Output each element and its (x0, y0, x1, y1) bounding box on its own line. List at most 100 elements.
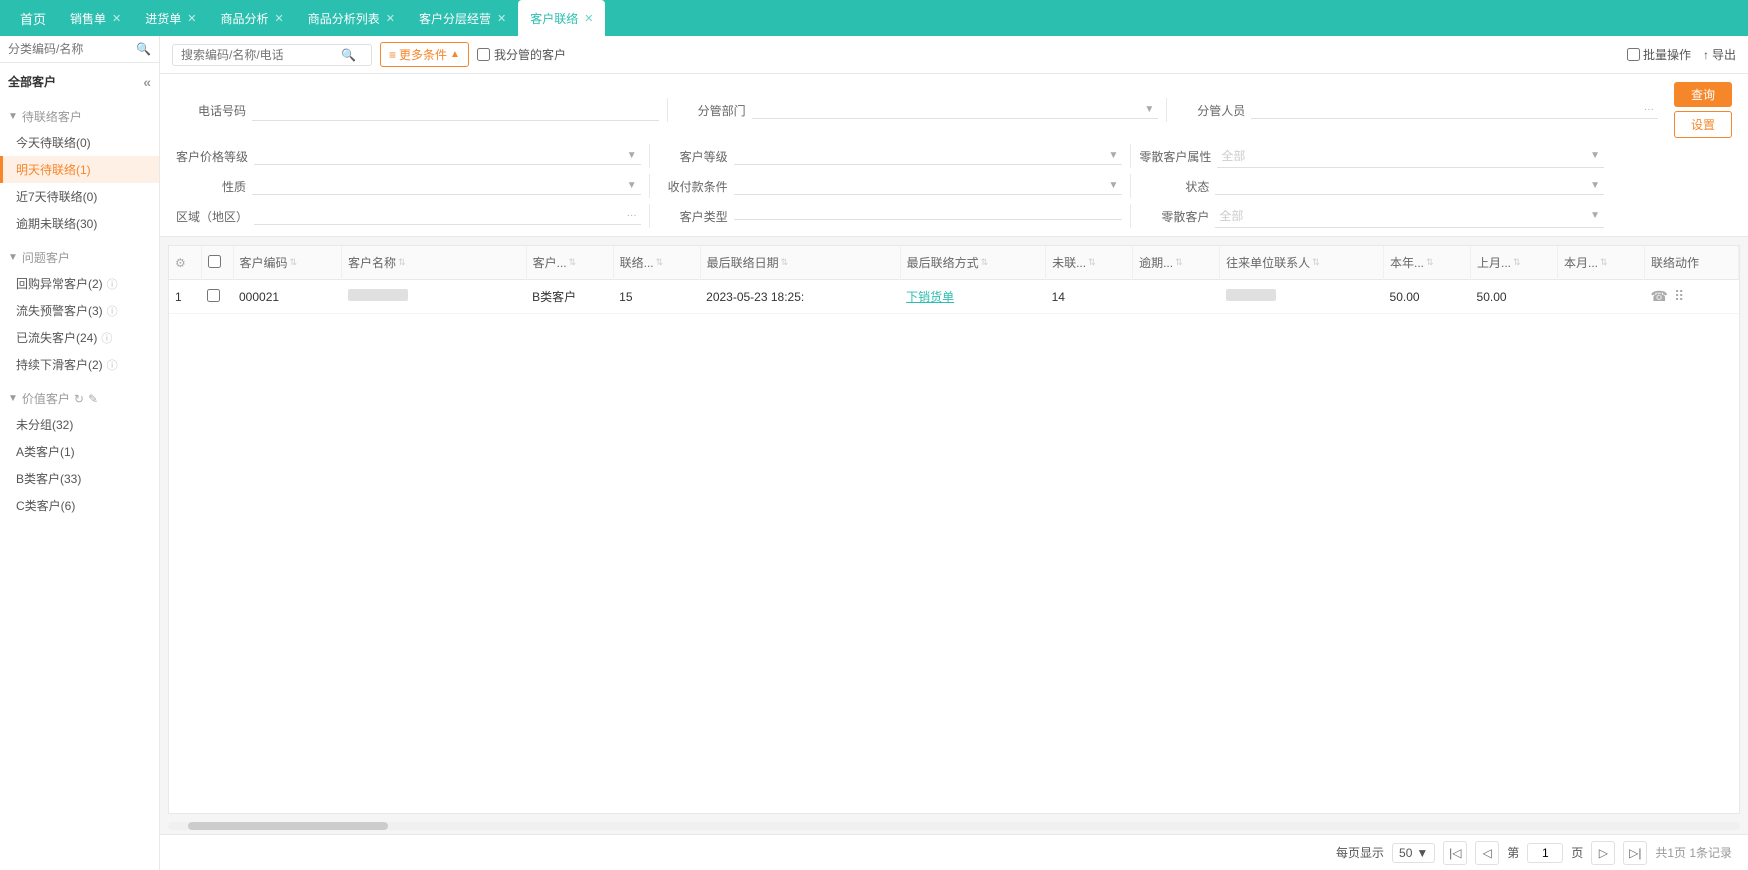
toolbar-right: 批量操作 ↑ 导出 (1627, 46, 1736, 63)
col-settings: ⚙ (169, 246, 201, 280)
nav-home[interactable]: 首页 (8, 0, 58, 36)
main-search-icon[interactable]: 🔍 (341, 48, 356, 62)
sidebar-item-repurchase-abnormal[interactable]: 回购异常客户(2) ⓘ (0, 270, 159, 297)
sidebar-group-value-title[interactable]: ▼ 价值客户 ↻ ✎ (0, 386, 159, 411)
next-page-button[interactable]: ▷ (1591, 841, 1615, 865)
export-button[interactable]: ↑ 导出 (1703, 46, 1736, 63)
page-size-caret: ▼ (1416, 846, 1428, 860)
select-all-checkbox[interactable] (208, 255, 221, 268)
nav-tab-purchase[interactable]: 进货单 ✕ (133, 0, 208, 36)
sidebar-all-customers[interactable]: 全部客户 « (0, 67, 159, 96)
tm-sort-icon: ⇅ (1600, 257, 1608, 268)
query-button[interactable]: 查询 (1674, 82, 1732, 107)
nav-tab-customer-contact[interactable]: 客户联络 ✕ (518, 0, 605, 36)
page-label: 第 (1507, 844, 1519, 861)
sidebar-item-churn-warning[interactable]: 流失预警客户(3) ⓘ (0, 297, 159, 324)
row-name (342, 280, 527, 314)
customer-type-label: 客户类型 (658, 208, 728, 225)
main-search-input[interactable] (181, 48, 341, 62)
sidebar-item-declining[interactable]: 持续下滑客户(2) ⓘ (0, 351, 159, 378)
close-purchase-tab[interactable]: ✕ (187, 12, 196, 25)
close-customer-contact-tab[interactable]: ✕ (584, 12, 593, 25)
close-sales-tab[interactable]: ✕ (112, 12, 121, 25)
code-sort-icon: ⇅ (290, 257, 298, 268)
first-page-button[interactable]: |◁ (1443, 841, 1467, 865)
customer-value-select[interactable]: ▼ (254, 147, 641, 165)
nav-tab-analysis-list[interactable]: 商品分析列表 ✕ (296, 0, 407, 36)
table-row: 1 000021 B类客户 15 2023-05-23 18:25: 下销货单 (169, 280, 1739, 314)
close-analysis-tab[interactable]: ✕ (275, 12, 284, 25)
prev-page-button[interactable]: ◁ (1475, 841, 1499, 865)
nav-tab-customer-tier[interactable]: 客户分层经营 ✕ (407, 0, 518, 36)
nav-tab-sales[interactable]: 销售单 ✕ (58, 0, 133, 36)
batch-op-button[interactable]: 批量操作 (1627, 46, 1691, 63)
method-sort-icon: ⇅ (981, 257, 989, 268)
my-customers-checkbox-label[interactable]: 我分管的客户 (477, 46, 566, 63)
filter-customer-grade: 客户等级 ▼ (658, 147, 1123, 165)
sidebar-search-input[interactable] (8, 42, 136, 56)
col-this-year: 本年... ⇅ (1384, 246, 1471, 280)
row-this-year: 50.00 (1384, 280, 1471, 314)
batch-checkbox[interactable] (1627, 48, 1640, 61)
content-area: 🔍 ≡ 更多条件 ▲ 我分管的客户 批量操作 ↑ 导出 (160, 36, 1748, 870)
status-label: 状态 (1139, 178, 1209, 195)
payment-select[interactable]: ▼ (734, 177, 1123, 195)
row-select-checkbox[interactable] (207, 289, 220, 302)
last-page-button[interactable]: ▷| (1623, 841, 1647, 865)
person-select[interactable]: ··· (1251, 101, 1658, 119)
sidebar-search-icon[interactable]: 🔍 (136, 42, 151, 56)
sidebar-item-a-class[interactable]: A类客户(1) (0, 438, 159, 465)
type-sort-icon: ⇅ (569, 257, 577, 268)
refresh-icon[interactable]: ↻ (74, 392, 84, 406)
filter-payment: 收付款条件 ▼ (658, 177, 1123, 195)
status-select[interactable]: ▼ (1215, 177, 1604, 195)
sidebar-item-7days[interactable]: 近7天待联络(0) (0, 183, 159, 210)
last-method-link[interactable]: 下销货单 (906, 290, 954, 304)
nature-label: 性质 (176, 178, 246, 195)
customer-type-select[interactable] (734, 213, 1123, 220)
nav-tab-analysis[interactable]: 商品分析 ✕ (208, 0, 295, 36)
toolbar: 🔍 ≡ 更多条件 ▲ 我分管的客户 批量操作 ↑ 导出 (160, 36, 1748, 74)
name-sort-icon: ⇅ (398, 257, 406, 268)
customer-grade-select[interactable]: ▼ (734, 147, 1123, 165)
sidebar-item-overdue[interactable]: 逾期未联络(30) (0, 210, 159, 237)
close-analysis-list-tab[interactable]: ✕ (386, 12, 395, 25)
my-customers-checkbox[interactable] (477, 48, 490, 61)
more-filter-button[interactable]: ≡ 更多条件 ▲ (380, 42, 469, 67)
dept-select[interactable]: ▼ (752, 101, 1159, 119)
retail-attr-select[interactable]: 全部 ▼ (1217, 144, 1604, 168)
sidebar-item-today[interactable]: 今天待联络(0) (0, 129, 159, 156)
filter-divider-2 (1166, 98, 1167, 122)
sidebar-group-pending-title[interactable]: ▼ 待联络客户 (0, 104, 159, 129)
page-size-select[interactable]: 50 ▼ (1392, 843, 1435, 863)
row-checkbox (201, 280, 233, 314)
reset-button[interactable]: 设置 (1674, 111, 1732, 138)
sidebar-item-c-class[interactable]: C类客户(6) (0, 492, 159, 519)
sidebar-item-tomorrow[interactable]: 明天待联络(1) (0, 156, 159, 183)
edit-icon[interactable]: ✎ (88, 392, 98, 406)
action-grid-icon[interactable]: ⠿ (1674, 288, 1684, 305)
settings-icon[interactable]: ⚙ (175, 256, 186, 270)
col-type: 客户... ⇅ (526, 246, 613, 280)
retail-attr-label: 零散客户属性 (1139, 148, 1211, 165)
table-container: ⚙ 客户编码 ⇅ 客户名称 (168, 245, 1740, 814)
group-arrow-icon: ▼ (8, 111, 18, 122)
retail-customer-select[interactable]: 全部 ▼ (1215, 204, 1604, 228)
region-select[interactable]: ··· (254, 207, 641, 225)
table-scroll-thumb[interactable] (188, 822, 388, 830)
nature-select[interactable]: ▼ (252, 177, 641, 195)
region-more-icon: ··· (627, 210, 637, 221)
close-customer-tier-tab[interactable]: ✕ (497, 12, 506, 25)
table-scrollbar[interactable] (168, 822, 1740, 830)
filter-actions: 查询 设置 (1674, 82, 1732, 138)
row-unit-contact (1220, 280, 1384, 314)
filter-customer-value: 客户价格等级 ▼ (176, 147, 641, 165)
sidebar-item-ungroup[interactable]: 未分组(32) (0, 411, 159, 438)
action-phone-icon[interactable]: ☎ (1651, 288, 1668, 305)
sidebar-item-churned[interactable]: 已流失客户(24) ⓘ (0, 324, 159, 351)
phone-input[interactable] (252, 100, 659, 121)
page-number-input[interactable] (1527, 843, 1563, 863)
row-uncontacted: 14 (1046, 280, 1133, 314)
sidebar-item-b-class[interactable]: B类客户(33) (0, 465, 159, 492)
sidebar-group-problem-title[interactable]: ▼ 问题客户 (0, 245, 159, 270)
